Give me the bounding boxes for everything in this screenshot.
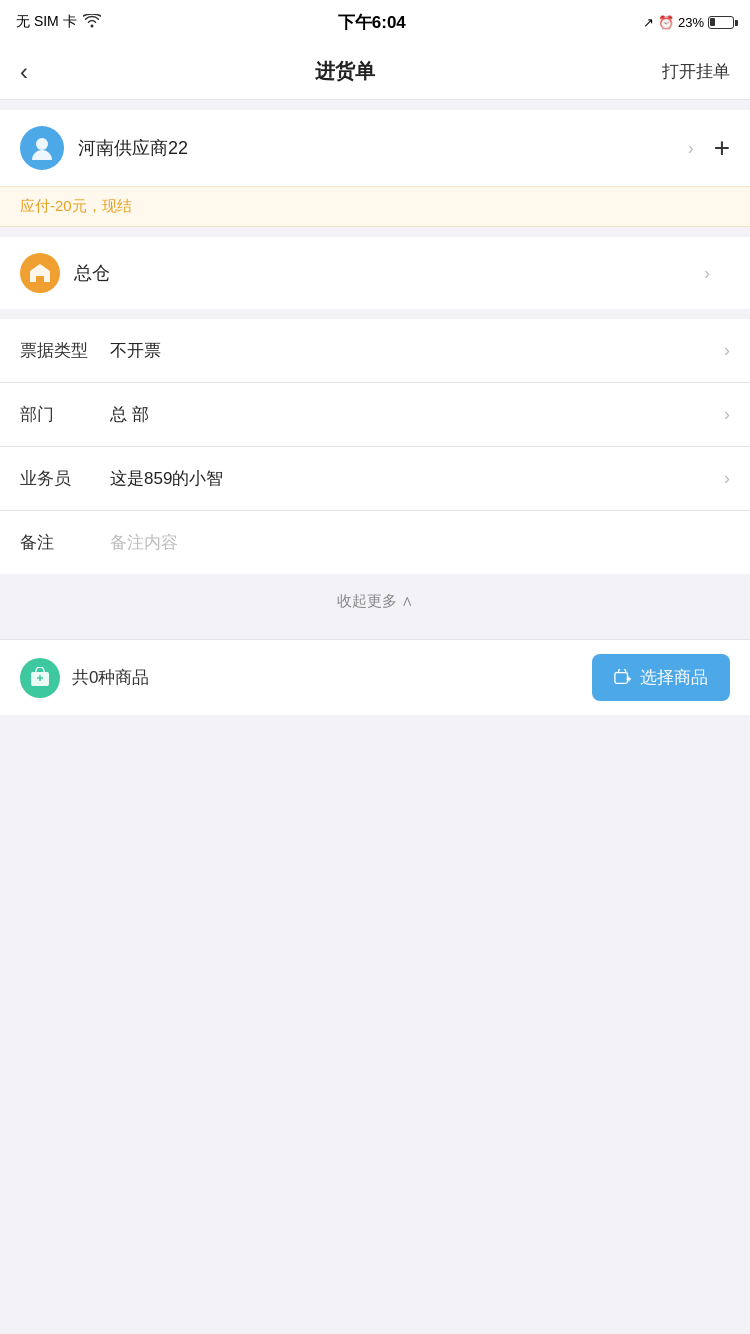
form-row-department[interactable]: 部门 总 部 › xyxy=(0,383,750,447)
sim-status: 无 SIM 卡 xyxy=(16,13,77,31)
warehouse-icon xyxy=(20,253,60,293)
form-row-note[interactable]: 备注 备注内容 xyxy=(0,511,750,574)
svg-rect-5 xyxy=(615,672,628,683)
invoice-label: 票据类型 xyxy=(20,339,110,362)
supplier-section: 河南供应商22 › + 应付-20元，现结 xyxy=(0,110,750,227)
department-chevron-icon: › xyxy=(724,404,730,425)
bottom-bar: 共0种商品 选择商品 xyxy=(0,639,750,715)
gray-area xyxy=(0,715,750,1015)
battery-icon xyxy=(708,16,734,29)
warehouse-section: 总仓 › xyxy=(0,237,750,309)
svg-rect-1 xyxy=(36,276,44,282)
form-row-salesperson[interactable]: 业务员 这是859的小智 › xyxy=(0,447,750,511)
note-label: 备注 xyxy=(20,531,110,554)
notice-banner: 应付-20元，现结 xyxy=(0,186,750,227)
notice-text: 应付-20元，现结 xyxy=(20,197,132,214)
back-button[interactable]: ‹ xyxy=(20,58,28,86)
form-section: 票据类型 不开票 › 部门 总 部 › 业务员 这是859的小智 › 备注 备注… xyxy=(0,319,750,574)
product-count-icon xyxy=(20,658,60,698)
location-icon: ↗ xyxy=(643,15,654,30)
note-input[interactable]: 备注内容 xyxy=(110,531,730,554)
nav-bar: ‹ 进货单 打开挂单 xyxy=(0,44,750,100)
add-button[interactable]: + xyxy=(714,134,730,162)
salesperson-value: 这是859的小智 xyxy=(110,467,724,490)
alarm-icon: ⏰ xyxy=(658,15,674,30)
warehouse-name: 总仓 xyxy=(74,261,704,285)
department-value: 总 部 xyxy=(110,403,724,426)
department-label: 部门 xyxy=(20,403,110,426)
status-bar: 无 SIM 卡 下午6:04 ↗ ⏰ 23% xyxy=(0,0,750,44)
wifi-icon xyxy=(83,14,101,31)
select-product-label: 选择商品 xyxy=(640,666,708,689)
collapse-button[interactable]: 收起更多 ∧ xyxy=(0,574,750,629)
form-row-invoice[interactable]: 票据类型 不开票 › xyxy=(0,319,750,383)
warehouse-chevron-icon: › xyxy=(704,263,710,284)
select-product-icon xyxy=(614,669,632,687)
supplier-chevron-icon: › xyxy=(688,138,694,159)
product-count-text: 共0种商品 xyxy=(72,666,592,689)
invoice-chevron-icon: › xyxy=(724,340,730,361)
salesperson-label: 业务员 xyxy=(20,467,110,490)
select-product-button[interactable]: 选择商品 xyxy=(592,654,730,701)
salesperson-chevron-icon: › xyxy=(724,468,730,489)
page-title: 进货单 xyxy=(315,58,375,85)
open-pending-button[interactable]: 打开挂单 xyxy=(662,60,730,83)
status-left: 无 SIM 卡 xyxy=(16,13,101,31)
svg-point-0 xyxy=(36,138,48,150)
warehouse-row[interactable]: 总仓 › xyxy=(0,237,750,309)
invoice-value: 不开票 xyxy=(110,339,724,362)
divider-top xyxy=(0,100,750,110)
battery-percent: 23% xyxy=(678,15,704,30)
status-right: ↗ ⏰ 23% xyxy=(643,15,734,30)
supplier-row[interactable]: 河南供应商22 › + xyxy=(0,110,750,186)
supplier-name: 河南供应商22 xyxy=(78,136,688,160)
status-time: 下午6:04 xyxy=(338,11,406,34)
supplier-avatar xyxy=(20,126,64,170)
